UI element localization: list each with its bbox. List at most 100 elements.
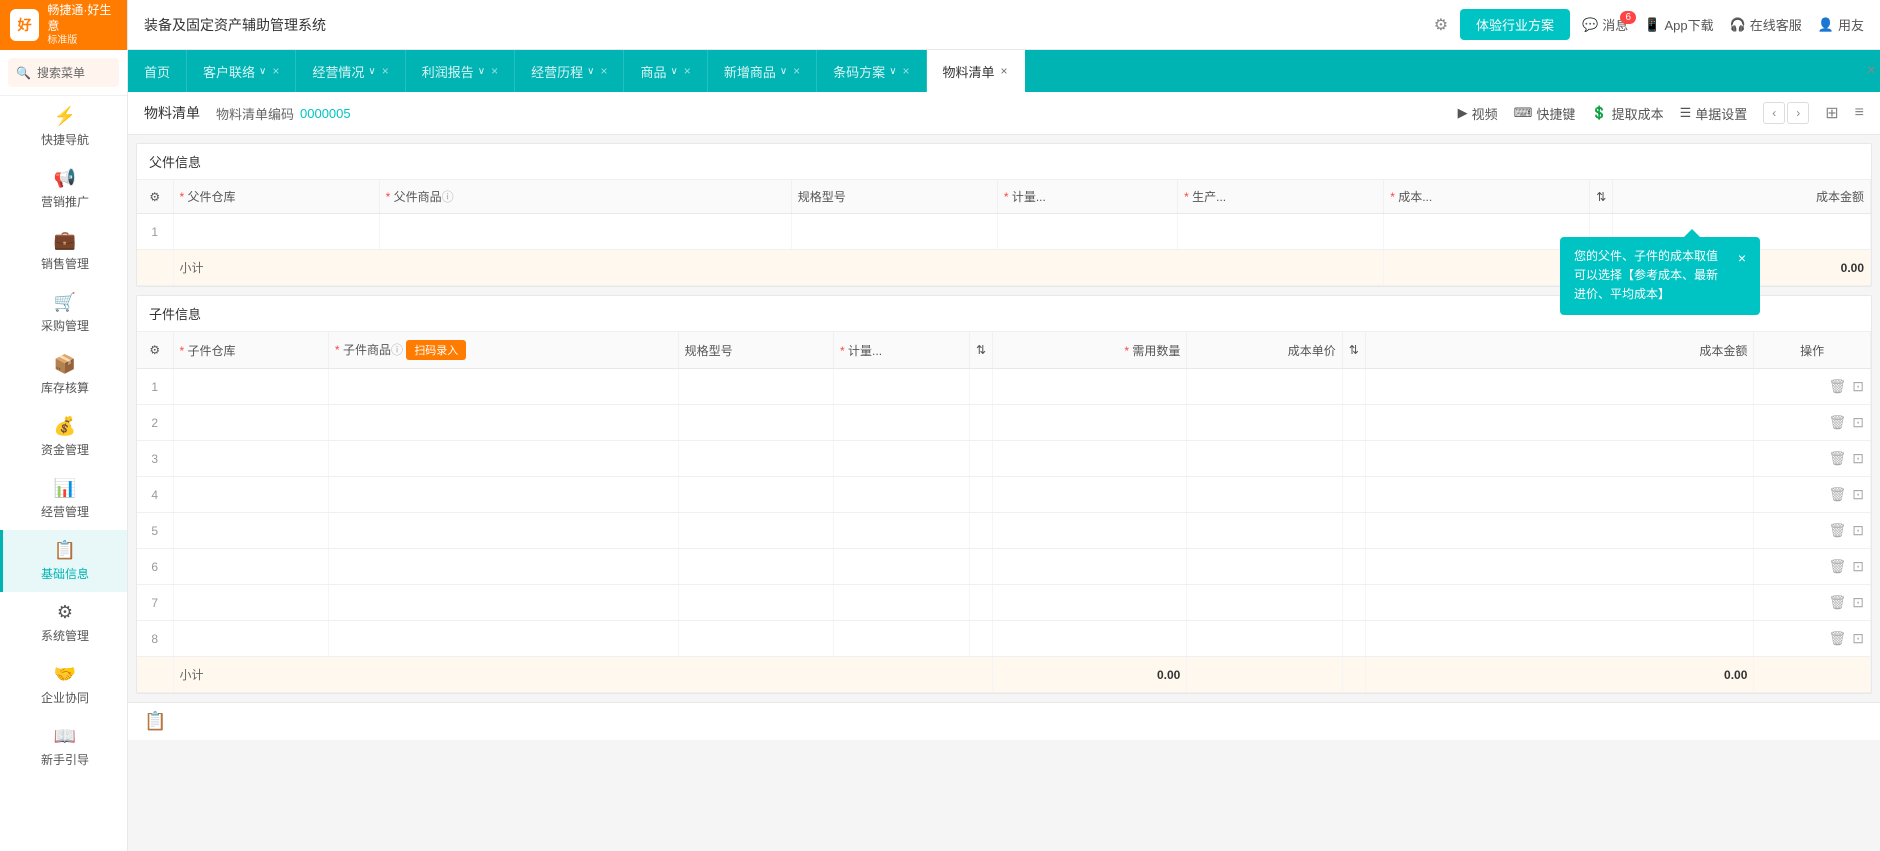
- search-menu-button[interactable]: 🔍 搜索菜单: [8, 58, 119, 87]
- child-unit[interactable]: [834, 549, 970, 585]
- child-unit-price[interactable]: [1187, 621, 1342, 657]
- copy-icon[interactable]: ⊡: [1852, 414, 1864, 431]
- close-icon[interactable]: ×: [903, 64, 910, 78]
- child-qty[interactable]: [993, 441, 1187, 477]
- parent-warehouse-cell[interactable]: [173, 214, 379, 250]
- child-warehouse[interactable]: [173, 405, 328, 441]
- child-spec[interactable]: [678, 513, 833, 549]
- tab-new-goods[interactable]: 新增商品 ∨ ×: [708, 50, 817, 92]
- online-service-button[interactable]: 🎧 在线客服: [1730, 15, 1802, 34]
- child-product[interactable]: [328, 441, 678, 477]
- delete-icon[interactable]: 🗑: [1828, 522, 1846, 539]
- child-product[interactable]: [328, 513, 678, 549]
- tab-bom[interactable]: 物料清单 ×: [927, 50, 1025, 92]
- child-product[interactable]: [328, 369, 678, 405]
- close-icon[interactable]: ×: [600, 64, 607, 78]
- child-unit-price[interactable]: [1187, 405, 1342, 441]
- sidebar-item-enterprise[interactable]: 🤝 企业协同: [0, 654, 127, 716]
- sidebar-item-inventory[interactable]: 📦 库存核算: [0, 344, 127, 406]
- video-tool[interactable]: ▶ 视频: [1458, 104, 1498, 123]
- sidebar-item-basic-info[interactable]: 📋 基础信息: [0, 530, 127, 592]
- prev-arrow[interactable]: ‹: [1763, 102, 1785, 124]
- child-unit-price[interactable]: [1187, 549, 1342, 585]
- child-spec[interactable]: [678, 405, 833, 441]
- child-spec[interactable]: [678, 369, 833, 405]
- message-button[interactable]: 💬 消息 6: [1582, 15, 1628, 34]
- shortcut-tool[interactable]: ⌨ 快捷键: [1514, 104, 1576, 123]
- sidebar-item-operations[interactable]: 📊 经营管理: [0, 468, 127, 530]
- delete-icon[interactable]: 🗑: [1828, 630, 1846, 647]
- parent-product-cell[interactable]: [379, 214, 791, 250]
- settings-icon[interactable]: ⚙: [1434, 15, 1448, 35]
- child-spec[interactable]: [678, 477, 833, 513]
- tab-profit[interactable]: 利润报告 ∨ ×: [406, 50, 515, 92]
- tab-history[interactable]: 经营历程 ∨ ×: [515, 50, 624, 92]
- delete-icon[interactable]: 🗑: [1828, 594, 1846, 611]
- close-icon[interactable]: ×: [382, 64, 389, 78]
- copy-icon[interactable]: ⊡: [1852, 594, 1864, 611]
- close-icon[interactable]: ×: [491, 64, 498, 78]
- parent-cost-cell[interactable]: [1384, 214, 1590, 250]
- sidebar-item-marketing[interactable]: 📢 营销推广: [0, 158, 127, 220]
- child-unit[interactable]: [834, 477, 970, 513]
- sidebar-item-quick-nav[interactable]: ⚡ 快捷导航: [0, 96, 127, 158]
- child-qty[interactable]: [993, 621, 1187, 657]
- child-spec[interactable]: [678, 441, 833, 477]
- copy-icon[interactable]: ⊡: [1852, 486, 1864, 503]
- trial-button[interactable]: 体验行业方案: [1460, 9, 1570, 40]
- close-icon[interactable]: ×: [272, 64, 279, 78]
- child-warehouse[interactable]: [173, 513, 328, 549]
- child-qty[interactable]: [993, 549, 1187, 585]
- parent-unit-cell[interactable]: [997, 214, 1177, 250]
- list-view-icon[interactable]: ≡: [1855, 104, 1864, 122]
- sidebar-item-finance[interactable]: 💰 资金管理: [0, 406, 127, 468]
- child-product[interactable]: [328, 549, 678, 585]
- delete-icon[interactable]: 🗑: [1828, 486, 1846, 503]
- app-download-button[interactable]: 📱 App下载: [1644, 15, 1713, 34]
- parent-spec-cell[interactable]: [791, 214, 997, 250]
- next-arrow[interactable]: ›: [1787, 102, 1809, 124]
- tab-home[interactable]: 首页: [128, 50, 187, 92]
- child-unit[interactable]: [834, 513, 970, 549]
- tab-operations[interactable]: 经营情况 ∨ ×: [296, 50, 405, 92]
- child-warehouse[interactable]: [173, 585, 328, 621]
- grid-view-icon[interactable]: ⊞: [1825, 103, 1838, 123]
- child-product[interactable]: [328, 405, 678, 441]
- delete-icon[interactable]: 🗑: [1828, 414, 1846, 431]
- close-all-tabs[interactable]: ×: [1863, 58, 1880, 84]
- child-qty[interactable]: [993, 477, 1187, 513]
- delete-icon[interactable]: 🗑: [1828, 450, 1846, 467]
- tooltip-close-button[interactable]: ×: [1738, 247, 1746, 269]
- sidebar-item-sales[interactable]: 💼 销售管理: [0, 220, 127, 282]
- cost-tool[interactable]: 💲 提取成本: [1591, 104, 1663, 123]
- child-spec[interactable]: [678, 621, 833, 657]
- close-icon[interactable]: ×: [793, 64, 800, 78]
- user-menu[interactable]: 👤 用友: [1818, 15, 1864, 34]
- copy-icon[interactable]: ⊡: [1852, 450, 1864, 467]
- doc-settings-tool[interactable]: ☰ 单据设置: [1680, 104, 1748, 123]
- child-unit-price[interactable]: [1187, 513, 1342, 549]
- copy-icon[interactable]: ⊡: [1852, 630, 1864, 647]
- child-product[interactable]: [328, 585, 678, 621]
- child-unit-price[interactable]: [1187, 585, 1342, 621]
- child-spec[interactable]: [678, 549, 833, 585]
- child-unit-price[interactable]: [1187, 477, 1342, 513]
- child-unit[interactable]: [834, 405, 970, 441]
- child-qty[interactable]: [993, 513, 1187, 549]
- child-unit[interactable]: [834, 441, 970, 477]
- tab-barcode[interactable]: 条码方案 ∨ ×: [817, 50, 926, 92]
- sidebar-item-guide[interactable]: 📖 新手引导: [0, 716, 127, 778]
- child-warehouse[interactable]: [173, 621, 328, 657]
- parent-production-cell[interactable]: [1178, 214, 1384, 250]
- close-icon[interactable]: ×: [684, 64, 691, 78]
- delete-icon[interactable]: 🗑: [1828, 558, 1846, 575]
- copy-icon[interactable]: ⊡: [1852, 522, 1864, 539]
- child-qty[interactable]: [993, 405, 1187, 441]
- copy-icon[interactable]: ⊡: [1852, 558, 1864, 575]
- sidebar-item-system[interactable]: ⚙ 系统管理: [0, 592, 127, 654]
- child-warehouse[interactable]: [173, 441, 328, 477]
- child-warehouse[interactable]: [173, 549, 328, 585]
- child-spec[interactable]: [678, 585, 833, 621]
- child-qty[interactable]: [993, 369, 1187, 405]
- sidebar-item-purchase[interactable]: 🛒 采购管理: [0, 282, 127, 344]
